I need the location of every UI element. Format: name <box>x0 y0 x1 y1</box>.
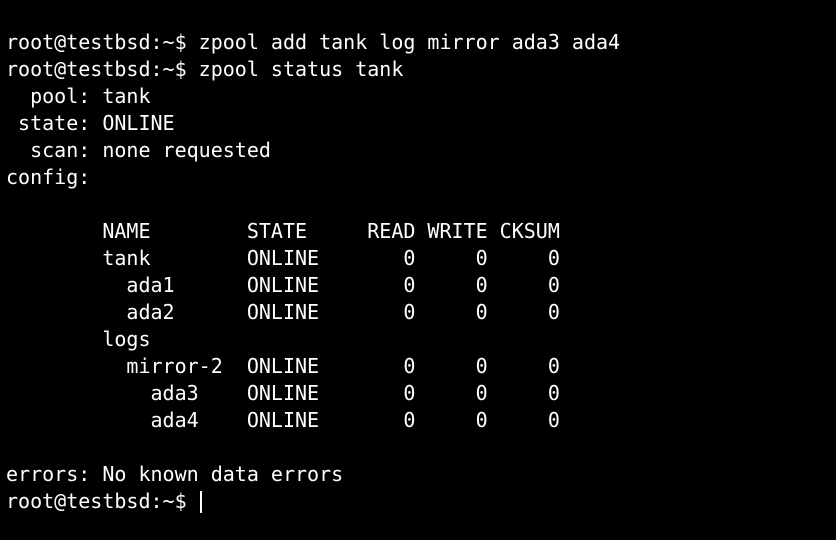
table-row: tank ONLINE 0 0 0 <box>6 246 560 270</box>
errors-value: No known data errors <box>102 462 343 486</box>
status-scan-line: scan: none requested <box>6 138 271 162</box>
table-row: ada2 ONLINE 0 0 0 <box>6 300 560 324</box>
pool-label: pool: <box>6 84 102 108</box>
state-label: state: <box>6 111 102 135</box>
table-row: ada1 ONLINE 0 0 0 <box>6 273 560 297</box>
state-value: ONLINE <box>102 111 174 135</box>
command-1: zpool add tank log mirror ada3 ada4 <box>199 30 620 54</box>
cursor-icon <box>200 491 202 513</box>
prompt-line-current[interactable]: root@testbsd:~$ <box>6 489 202 513</box>
table-row: mirror-2 ONLINE 0 0 0 <box>6 354 560 378</box>
shell-prompt: root@testbsd:~$ <box>6 57 199 81</box>
table-row: ada4 ONLINE 0 0 0 <box>6 408 560 432</box>
terminal-output: root@testbsd:~$ zpool add tank log mirro… <box>0 0 836 517</box>
pool-value: tank <box>102 84 150 108</box>
table-row: ada3 ONLINE 0 0 0 <box>6 381 560 405</box>
prompt-line-1: root@testbsd:~$ zpool add tank log mirro… <box>6 30 620 54</box>
prompt-line-2: root@testbsd:~$ zpool status tank <box>6 57 403 81</box>
shell-prompt: root@testbsd:~$ <box>6 489 199 513</box>
errors-line: errors: No known data errors <box>6 462 343 486</box>
table-row: logs <box>6 327 151 351</box>
scan-label: scan: <box>6 138 102 162</box>
command-2: zpool status tank <box>199 57 404 81</box>
scan-value: none requested <box>102 138 271 162</box>
status-state-line: state: ONLINE <box>6 111 175 135</box>
status-pool-line: pool: tank <box>6 84 151 108</box>
config-table-header: NAME STATE READ WRITE CKSUM <box>6 219 560 243</box>
errors-label: errors: <box>6 462 102 486</box>
config-label: config: <box>6 165 90 189</box>
shell-prompt: root@testbsd:~$ <box>6 30 199 54</box>
